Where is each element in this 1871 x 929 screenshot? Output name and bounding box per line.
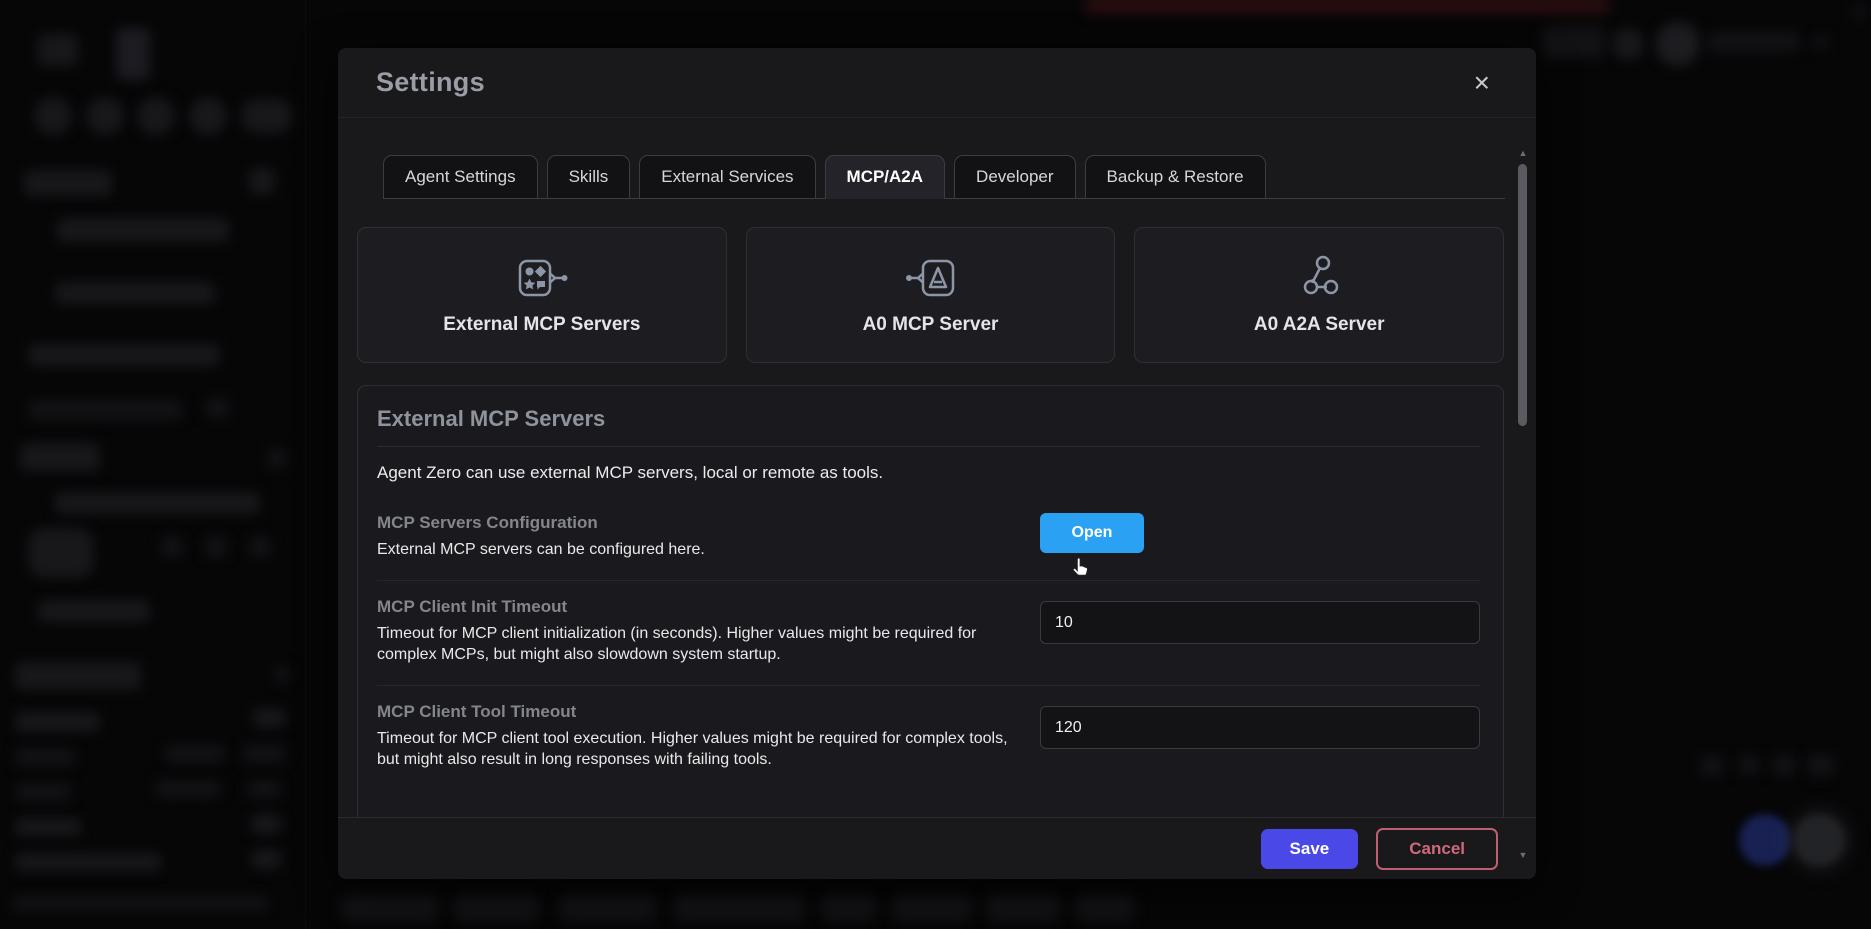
mcp-client-tool-timeout-input[interactable]: [1040, 706, 1480, 749]
tab-agent-settings[interactable]: Agent Settings: [383, 155, 538, 199]
field-control: Open: [1040, 513, 1480, 553]
field-description: External MCP servers can be configured h…: [377, 539, 1015, 560]
field-label: MCP Servers Configuration: [377, 513, 1015, 533]
cancel-button[interactable]: Cancel: [1376, 828, 1498, 870]
scrollbar-thumb[interactable]: [1518, 164, 1527, 426]
modal-title: Settings: [376, 67, 485, 98]
tab-backup-restore[interactable]: Backup & Restore: [1085, 155, 1266, 199]
card-external-mcp-servers[interactable]: External MCP Servers: [357, 227, 727, 363]
scroll-down-icon[interactable]: ▼: [1517, 850, 1529, 860]
tab-developer[interactable]: Developer: [954, 155, 1076, 199]
close-icon[interactable]: ×: [1468, 67, 1496, 99]
mcp-client-init-timeout-input[interactable]: [1040, 601, 1480, 644]
card-a0-mcp-server[interactable]: A0 MCP Server: [746, 227, 1116, 363]
field-mcp-servers-configuration: MCP Servers Configuration External MCP s…: [377, 497, 1480, 580]
field-control: [1040, 702, 1480, 749]
field-mcp-client-init-timeout: MCP Client Init Timeout Timeout for MCP …: [377, 580, 1480, 685]
open-mcp-config-button[interactable]: Open: [1040, 513, 1144, 553]
mcp-section-cards: External MCP Servers A0 MCP Server: [357, 227, 1504, 363]
tab-skills[interactable]: Skills: [547, 155, 631, 199]
field-text: MCP Servers Configuration External MCP s…: [377, 513, 1015, 560]
field-label: MCP Client Tool Timeout: [377, 702, 1015, 722]
tab-external-services[interactable]: External Services: [639, 155, 815, 199]
external-mcp-servers-panel: External MCP Servers Agent Zero can use …: [357, 385, 1504, 817]
card-label: A0 MCP Server: [863, 314, 999, 336]
field-control: [1040, 597, 1480, 644]
modal-footer: Save Cancel: [338, 817, 1536, 879]
panel-description: Agent Zero can use external MCP servers,…: [377, 447, 1480, 497]
field-text: MCP Client Init Timeout Timeout for MCP …: [377, 597, 1015, 665]
app-root: Settings × Agent Settings Skills Externa…: [0, 0, 1871, 929]
a0-mcp-plug-icon: [902, 254, 960, 302]
panel-title: External MCP Servers: [377, 386, 1480, 446]
settings-tabbar: Agent Settings Skills External Services …: [383, 148, 1505, 199]
modal-header: Settings ×: [338, 48, 1536, 118]
settings-modal: Settings × Agent Settings Skills Externa…: [338, 48, 1536, 879]
save-button[interactable]: Save: [1261, 829, 1359, 869]
scroll-up-icon[interactable]: ▲: [1517, 148, 1529, 158]
card-label: External MCP Servers: [443, 314, 640, 336]
field-text: MCP Client Tool Timeout Timeout for MCP …: [377, 702, 1015, 770]
field-description: Timeout for MCP client initialization (i…: [377, 623, 1015, 665]
tab-mcp-a2a[interactable]: MCP/A2A: [825, 155, 946, 199]
field-label: MCP Client Init Timeout: [377, 597, 1015, 617]
field-mcp-client-tool-timeout: MCP Client Tool Timeout Timeout for MCP …: [377, 685, 1480, 790]
mcp-shapes-plug-icon: [513, 254, 571, 302]
field-description: Timeout for MCP client tool execution. H…: [377, 728, 1015, 770]
mouse-cursor-icon: [1070, 555, 1092, 579]
modal-scrollbar: ▲ ▼: [1517, 148, 1529, 860]
a2a-network-icon: [1290, 254, 1348, 302]
card-label: A0 A2A Server: [1254, 314, 1385, 336]
card-a0-a2a-server[interactable]: A0 A2A Server: [1134, 227, 1504, 363]
